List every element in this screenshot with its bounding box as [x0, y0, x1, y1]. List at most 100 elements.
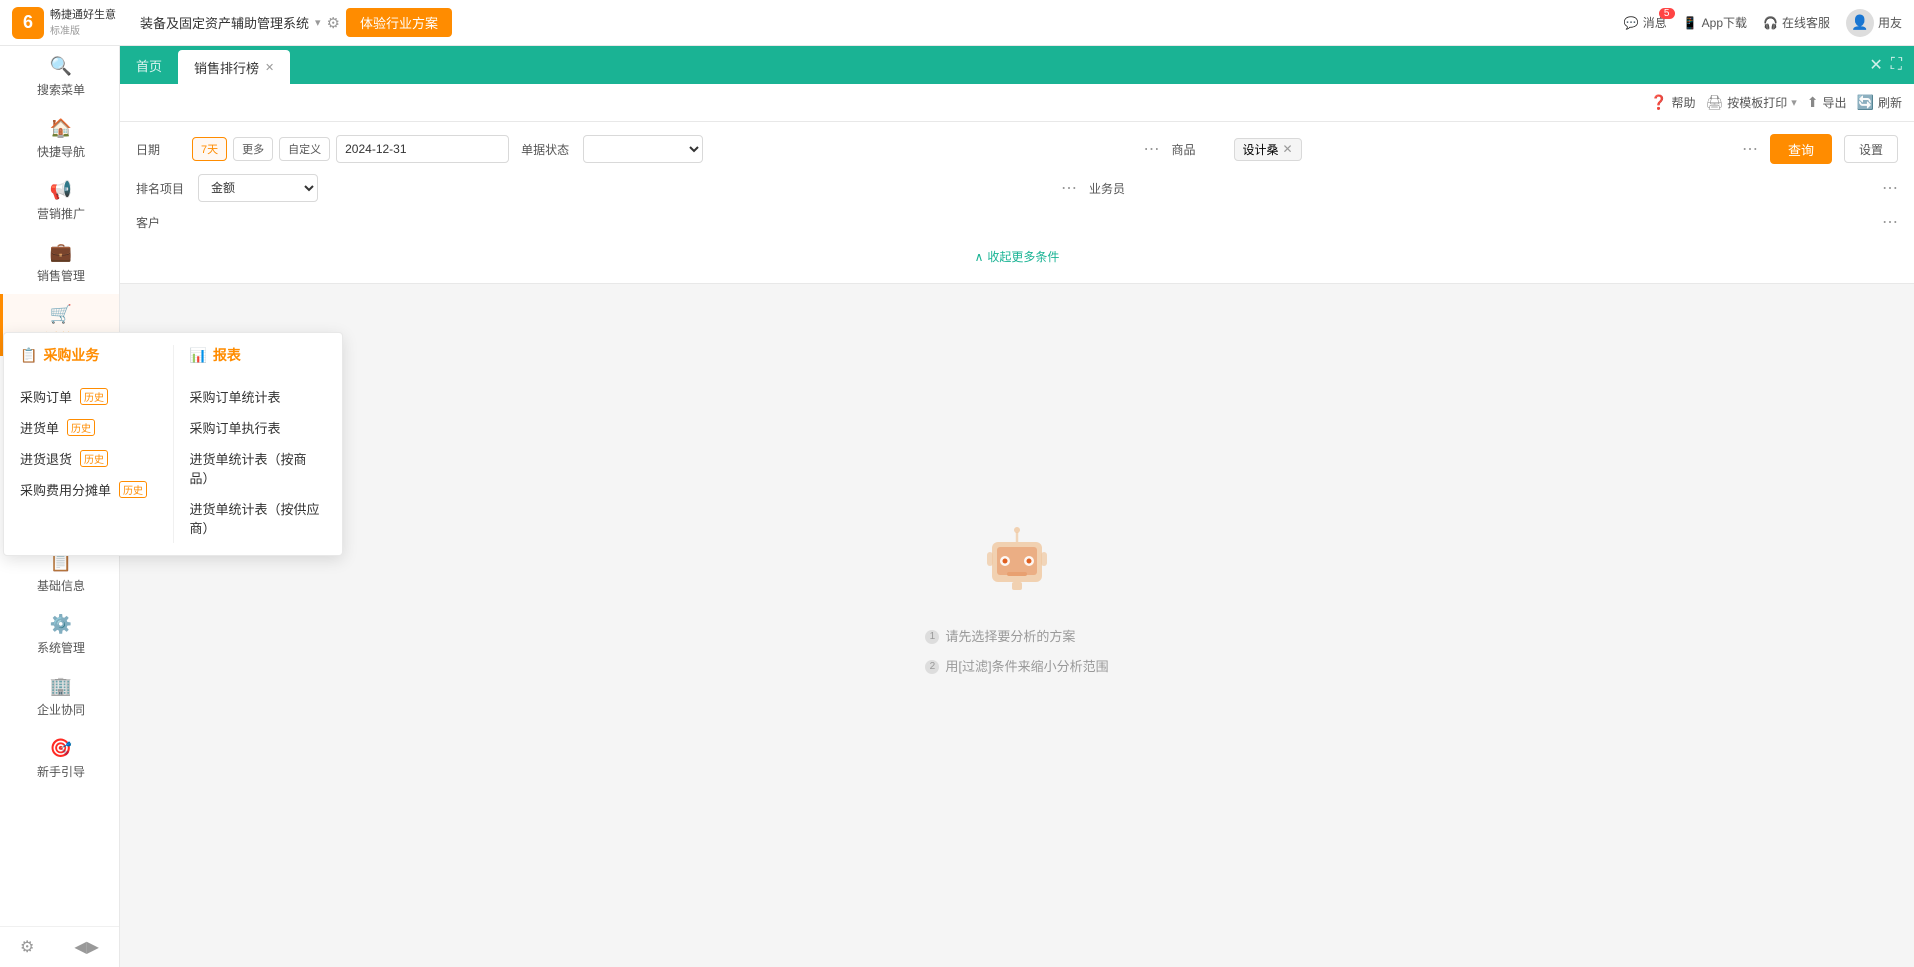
- menu-item-order-exec[interactable]: 采购订单执行表: [190, 412, 327, 443]
- menu-item-inbound-by-goods[interactable]: 进货单统计表（按商品）: [190, 443, 327, 493]
- print-arrow[interactable]: ▾: [1791, 96, 1797, 109]
- hist-badge: 历史: [80, 388, 108, 405]
- item-label: 采购订单统计表: [190, 387, 281, 406]
- sidebar-settings-btn[interactable]: ⚙: [20, 937, 34, 957]
- filter-row-3: 客户 ⋯: [136, 212, 1898, 232]
- purchase-icon: 🛒: [50, 304, 72, 325]
- trial-button[interactable]: 体验行业方案: [346, 8, 452, 37]
- sidebar-item-purchase[interactable]: 🛒 采购管理 📋 采购业务 采购订单 历史 进货单 历史: [0, 294, 119, 356]
- sidebar-item-marketing[interactable]: 📢 营销推广: [0, 170, 119, 232]
- tab-close-icon[interactable]: ✕: [265, 61, 274, 74]
- refresh-button[interactable]: 🔄 刷新: [1857, 94, 1902, 111]
- empty-tip-2: 2 用[过滤]条件来缩小分析范围: [925, 654, 1108, 680]
- filter-row-2: 排名项目 金额 ⋯ 业务员 ⋯: [136, 174, 1898, 202]
- sidebar-item-sales[interactable]: 💼 销售管理: [0, 232, 119, 294]
- report-title-text: 报表: [213, 345, 241, 365]
- tab-bar-actions: ✕ ⛶: [1869, 55, 1914, 75]
- date-end-input[interactable]: [336, 135, 509, 163]
- message-button[interactable]: 💬 消息 5: [1624, 14, 1667, 31]
- sidebar: 🔍 搜索菜单 🏠 快捷导航 📢 营销推广 💼 销售管理 🛒 采购管理 📋 采购业…: [0, 46, 120, 967]
- customer-more-btn[interactable]: ⋯: [1882, 212, 1898, 232]
- doc-status-more-btn[interactable]: ⋯: [1144, 139, 1160, 159]
- sidebar-item-system[interactable]: ⚙️ 系统管理: [0, 604, 119, 666]
- date-more-btn[interactable]: 更多: [233, 137, 273, 161]
- menu-item-inbound-by-supplier[interactable]: 进货单统计表（按供应商）: [190, 493, 327, 543]
- menu-item-purchase-order[interactable]: 采购订单 历史: [20, 381, 157, 412]
- tab-close-btn[interactable]: ✕: [1869, 55, 1882, 75]
- sidebar-label-basic-info: 基础信息: [37, 577, 85, 594]
- goods-more-btn[interactable]: ⋯: [1742, 139, 1758, 159]
- item-label: 进货单统计表（按供应商）: [190, 499, 327, 537]
- salesperson-more-btn[interactable]: ⋯: [1882, 178, 1898, 198]
- main-layout: 🔍 搜索菜单 🏠 快捷导航 📢 营销推广 💼 销售管理 🛒 采购管理 📋 采购业…: [0, 46, 1914, 967]
- report-col: 📊 报表 采购订单统计表 采购订单执行表 进货单统计表（按商品） 进货单统计表（…: [173, 345, 343, 543]
- menu-item-expense[interactable]: 采购费用分摊单 历史: [20, 474, 157, 505]
- sidebar-item-quick-nav[interactable]: 🏠 快捷导航: [0, 108, 119, 170]
- customer-label: 客户: [136, 214, 186, 231]
- online-service-button[interactable]: 🎧 在线客服: [1763, 14, 1830, 31]
- tab-home-label: 首页: [136, 56, 162, 75]
- tab-bar: 首页 销售排行榜 ✕ ✕ ⛶: [120, 46, 1914, 84]
- doc-status-select[interactable]: [583, 135, 703, 163]
- purchase-dropdown: 📋 采购业务 采购订单 历史 进货单 历史 进货退货 历史: [3, 332, 343, 556]
- export-button[interactable]: ⬆ 导出: [1807, 94, 1847, 111]
- guide-icon: 🎯: [50, 738, 72, 759]
- marketing-icon: 📢: [50, 180, 72, 201]
- item-label: 采购费用分摊单: [20, 480, 111, 499]
- sidebar-bottom: ⚙ ◀▶: [0, 926, 119, 967]
- collapse-btn[interactable]: ∧ 收起更多条件: [136, 242, 1898, 271]
- settings-button[interactable]: 设置: [1844, 135, 1898, 163]
- empty-state: 1 请先选择要分析的方案 2 用[过滤]条件来缩小分析范围: [120, 284, 1914, 967]
- help-label: 帮助: [1671, 94, 1695, 111]
- tab-sales-rank-label: 销售排行榜: [194, 58, 259, 77]
- goods-tag-text: 设计桑: [1243, 141, 1279, 158]
- app-download-label: App下载: [1702, 14, 1747, 31]
- sidebar-label-sales: 销售管理: [37, 267, 85, 284]
- empty-tip-2-text: 用[过滤]条件来缩小分析范围: [945, 654, 1108, 680]
- tab-home[interactable]: 首页: [120, 46, 178, 84]
- menu-item-inbound[interactable]: 进货单 历史: [20, 412, 157, 443]
- help-button[interactable]: ❓ 帮助: [1650, 94, 1695, 111]
- export-label: 导出: [1823, 94, 1847, 111]
- rank-label: 排名项目: [136, 180, 186, 197]
- menu-item-order-stats[interactable]: 采购订单统计表: [190, 381, 327, 412]
- date-7days-btn[interactable]: 7天: [192, 137, 227, 161]
- sidebar-item-guide[interactable]: 🎯 新手引导: [0, 728, 119, 790]
- tab-sales-rank[interactable]: 销售排行榜 ✕: [178, 50, 290, 84]
- sidebar-item-enterprise[interactable]: 🏢 企业协同: [0, 666, 119, 728]
- business-col: 📋 采购业务 采购订单 历史 进货单 历史 进货退货 历史: [4, 345, 173, 543]
- salesperson-label: 业务员: [1089, 180, 1139, 197]
- logo-icon: 6: [12, 7, 44, 39]
- goods-tag-close[interactable]: ✕: [1283, 142, 1293, 156]
- logo-area: 6 畅捷通好生意 标准版: [12, 7, 132, 39]
- sidebar-label-quick-nav: 快捷导航: [37, 143, 85, 160]
- sidebar-label-guide: 新手引导: [37, 763, 85, 780]
- top-bar: 6 畅捷通好生意 标准版 装备及固定资产辅助管理系统 ▾ ⚙ 体验行业方案 💬 …: [0, 0, 1914, 46]
- enterprise-icon: 🏢: [50, 676, 72, 697]
- print-button[interactable]: 🖨 按模板打印 ▾: [1705, 94, 1796, 111]
- system-dropdown-arrow[interactable]: ▾: [315, 16, 321, 29]
- toolbar: ❓ 帮助 🖨 按模板打印 ▾ ⬆ 导出 🔄 刷新: [120, 84, 1914, 122]
- settings-icon[interactable]: ⚙: [327, 14, 340, 32]
- nav-system: 装备及固定资产辅助管理系统 ▾ ⚙ 体验行业方案: [140, 8, 1624, 37]
- business-icon: 📋: [20, 347, 37, 364]
- online-service-label: 在线客服: [1782, 14, 1830, 31]
- rank-select[interactable]: 金额: [198, 174, 318, 202]
- report-icon: 📊: [190, 347, 207, 364]
- tab-expand-btn[interactable]: ⛶: [1891, 56, 1902, 74]
- date-custom-btn[interactable]: 自定义: [279, 137, 330, 161]
- menu-item-return[interactable]: 进货退货 历史: [20, 443, 157, 474]
- refresh-label: 刷新: [1878, 94, 1902, 111]
- report-title: 📊 报表: [190, 345, 327, 371]
- rank-more-btn[interactable]: ⋯: [1061, 178, 1077, 198]
- query-button[interactable]: 查询: [1770, 134, 1832, 164]
- avatar: 👤: [1846, 9, 1874, 37]
- hist-badge: 历史: [119, 481, 147, 498]
- app-download-button[interactable]: 📱 App下载: [1683, 14, 1747, 31]
- sidebar-collapse-btn[interactable]: ◀▶: [74, 937, 99, 957]
- logo-sub: 标准版: [50, 22, 116, 37]
- sidebar-item-search[interactable]: 🔍 搜索菜单: [0, 46, 119, 108]
- export-icon: ⬆: [1807, 94, 1819, 111]
- user-area[interactable]: 👤 用友: [1846, 9, 1902, 37]
- message-icon: 💬: [1624, 16, 1639, 30]
